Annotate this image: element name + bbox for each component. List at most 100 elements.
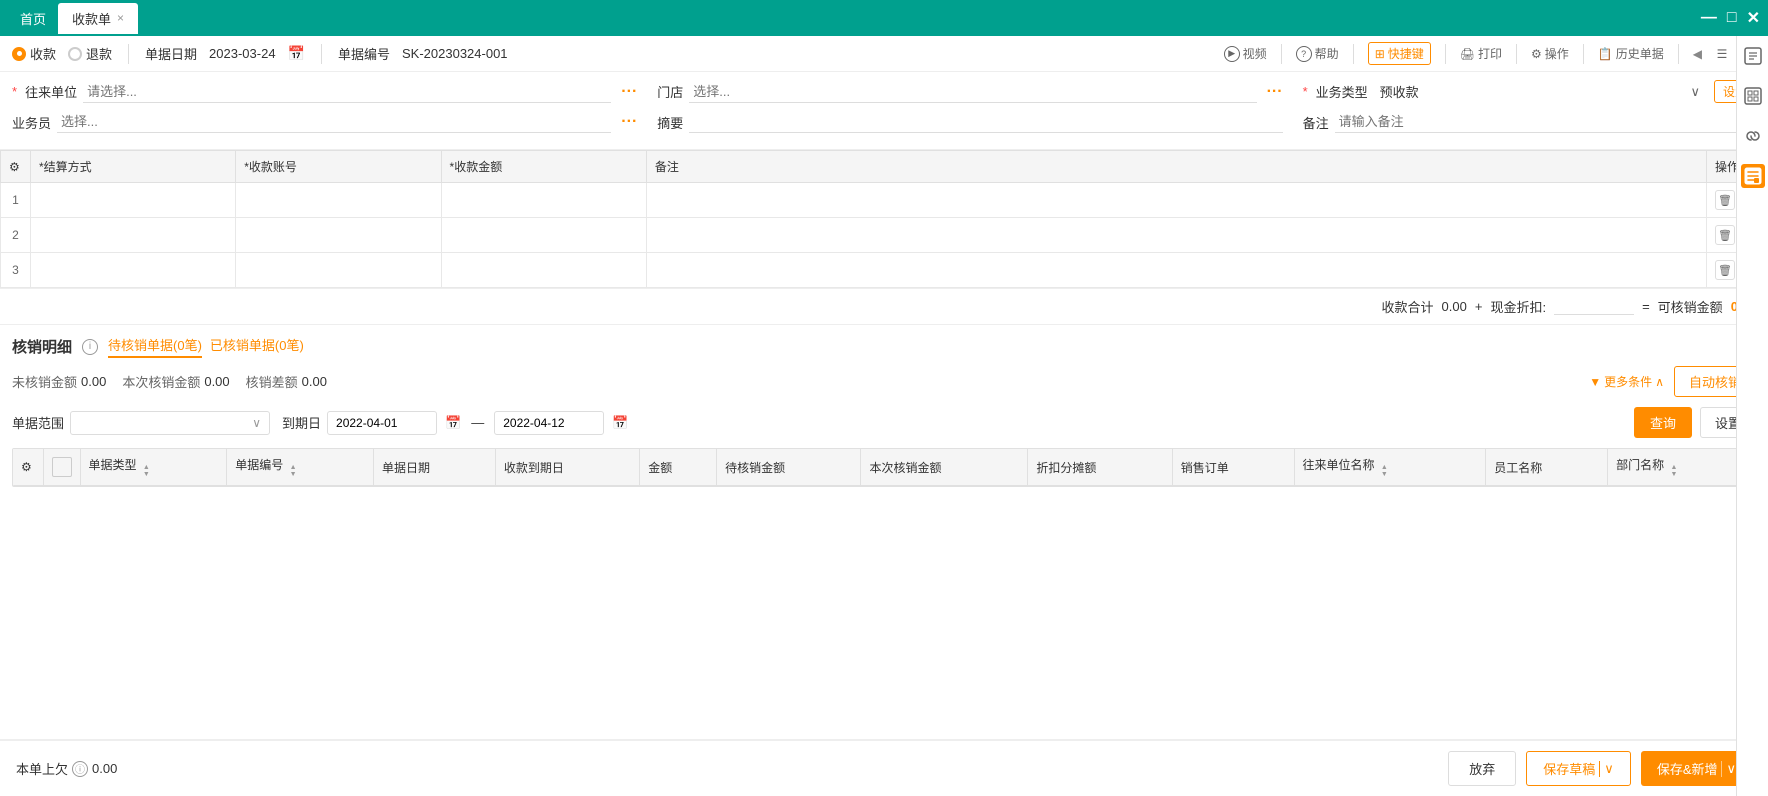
detail-col-number: 单据编号 ▲▼ [227,449,374,486]
select-all-checkbox[interactable] [52,457,72,477]
sort-partner-icon[interactable]: ▲▼ [1381,464,1388,478]
operate-icon: ⚙ [1531,47,1542,61]
total-label: 收款合计 [1382,297,1434,316]
shortcut-btn[interactable]: ⊞ 快捷键 [1368,42,1431,65]
unchecked-stat: 未核销金额 0.00 [12,372,106,391]
window-controls: — □ ✕ [1701,8,1760,28]
partner-input[interactable] [83,81,611,103]
row-2-num: 2 [1,218,31,253]
sort-type-icon[interactable]: ▲▼ [143,464,150,478]
history-btn[interactable]: 📋 历史单据 [1598,45,1664,62]
store-more-icon[interactable]: ··· [1267,83,1283,101]
operate-btn[interactable]: ⚙ 操作 [1531,45,1569,62]
help-btn[interactable]: ? 帮助 [1296,45,1339,62]
summary-field: 摘要 [657,111,1282,133]
radio-receipt-label: 收款 [30,44,56,63]
radio-refund[interactable]: 退款 [68,44,112,63]
staff-input[interactable] [57,111,611,133]
biz-type-value: 预收款 [1380,82,1419,101]
row-3-amount[interactable] [441,253,646,288]
sidebar-icon-2[interactable] [1741,84,1765,108]
detail-col-due-date: 收款到期日 [495,449,639,486]
range-label: 单据范围 [12,413,64,432]
verify-title-text: 核销明细 [12,336,72,357]
detail-col-amount: 金额 [640,449,717,486]
biz-dropdown-icon[interactable]: ∨ [1690,84,1700,100]
row-3-account[interactable] [236,253,441,288]
tab-done[interactable]: 已核销单据(0笔) [210,335,304,358]
receipt-table: ⚙ *结算方式 *收款账号 *收款金额 备注 操作 1 [0,150,1768,288]
prev-info-icon[interactable]: ⓘ [72,761,88,777]
row-2-delete-icon[interactable]: 🗑 [1715,225,1735,245]
row-2-amount[interactable] [441,218,646,253]
tab-receipt[interactable]: 收款单 × [58,3,138,34]
summary-input[interactable] [689,111,1282,133]
maximize-btn[interactable]: □ [1727,9,1737,27]
list-view-icon[interactable]: ☰ [1712,46,1732,62]
row-3-settle[interactable] [31,253,236,288]
receipt-type-group: 收款 退款 [12,44,112,63]
more-filter-btn[interactable]: ▼ 更多条件 ∧ [1589,373,1664,390]
radio-refund-dot [68,47,82,61]
row-1-account[interactable] [236,183,441,218]
toolbar-divider-5 [1445,44,1446,64]
save-new-arrow-icon[interactable]: ∨ [1721,761,1736,777]
plus-sign: + [1475,299,1483,314]
sidebar-icon-4[interactable] [1741,164,1765,188]
range-select[interactable]: ∨ [70,411,270,435]
store-field: 门店 ··· [657,81,1282,103]
row-2-settle[interactable] [31,218,236,253]
sidebar-icon-1[interactable] [1741,44,1765,68]
date-to-input[interactable] [494,411,604,435]
sort-dept-icon[interactable]: ▲▼ [1671,464,1678,478]
store-input[interactable] [689,81,1256,103]
close-btn[interactable]: ✕ [1747,8,1760,28]
tab-home[interactable]: 首页 [8,3,58,34]
query-btn[interactable]: 查询 [1634,407,1692,438]
print-btn[interactable]: 🖨 打印 [1460,45,1502,62]
verify-info-icon[interactable]: i [82,339,98,355]
calendar-from-icon[interactable]: 📅 [445,415,461,431]
radio-receipt[interactable]: 收款 [12,44,56,63]
date-from-input[interactable] [327,411,437,435]
equals-sign: = [1642,299,1650,314]
staff-more-icon[interactable]: ··· [621,113,637,131]
video-btn[interactable]: ▶ 视频 [1224,45,1267,62]
partner-more-icon[interactable]: ··· [621,83,637,101]
detail-header-row: ⚙ 单据类型 ▲▼ 单据编号 ▲▼ 单据日期 [13,449,1755,486]
row-3-delete-icon[interactable]: 🗑 [1715,260,1735,280]
row-3-remark[interactable] [646,253,1706,288]
right-sidebar [1736,36,1768,796]
number-value: SK-20230324-001 [402,46,508,61]
biz-required-mark: * [1303,84,1308,99]
tab-close-icon[interactable]: × [117,11,124,25]
row-2-account[interactable] [236,218,441,253]
toolbar-prev-arrow[interactable]: ◀ [1693,47,1702,61]
toolbar-divider-4 [1353,44,1354,64]
col-gear[interactable]: ⚙ [1,151,31,183]
discount-input[interactable] [1554,299,1634,315]
calendar-to-icon[interactable]: 📅 [612,415,628,431]
minimize-btn[interactable]: — [1701,9,1717,27]
toolbar-divider-6 [1516,44,1517,64]
row-1-amount[interactable] [441,183,646,218]
save-draft-btn[interactable]: 保存草稿 ∨ [1526,751,1631,786]
calendar-icon[interactable]: 📅 [288,45,305,62]
date-value[interactable]: 2023-03-24 [209,46,276,61]
tab-pending[interactable]: 待核销单据(0笔) [108,335,202,358]
toolbar-divider-1 [128,44,129,64]
detail-col-gear[interactable]: ⚙ [13,449,43,486]
prev-label: 本单上欠 [16,759,68,778]
col-amount-header: *收款金额 [441,151,646,183]
row-1-delete-icon[interactable]: 🗑 [1715,190,1735,210]
remark-input[interactable] [1335,111,1756,133]
abandon-btn[interactable]: 放弃 [1448,751,1516,786]
discount-label: 现金折扣: [1490,297,1546,316]
sort-number-icon[interactable]: ▲▼ [290,464,297,478]
row-2-remark[interactable] [646,218,1706,253]
sidebar-icon-3[interactable] [1741,124,1765,148]
save-draft-arrow-icon[interactable]: ∨ [1599,761,1614,777]
row-1-settle[interactable] [31,183,236,218]
row-1-remark[interactable] [646,183,1706,218]
table-row: 1 🗑 ⧉ [1,183,1768,218]
